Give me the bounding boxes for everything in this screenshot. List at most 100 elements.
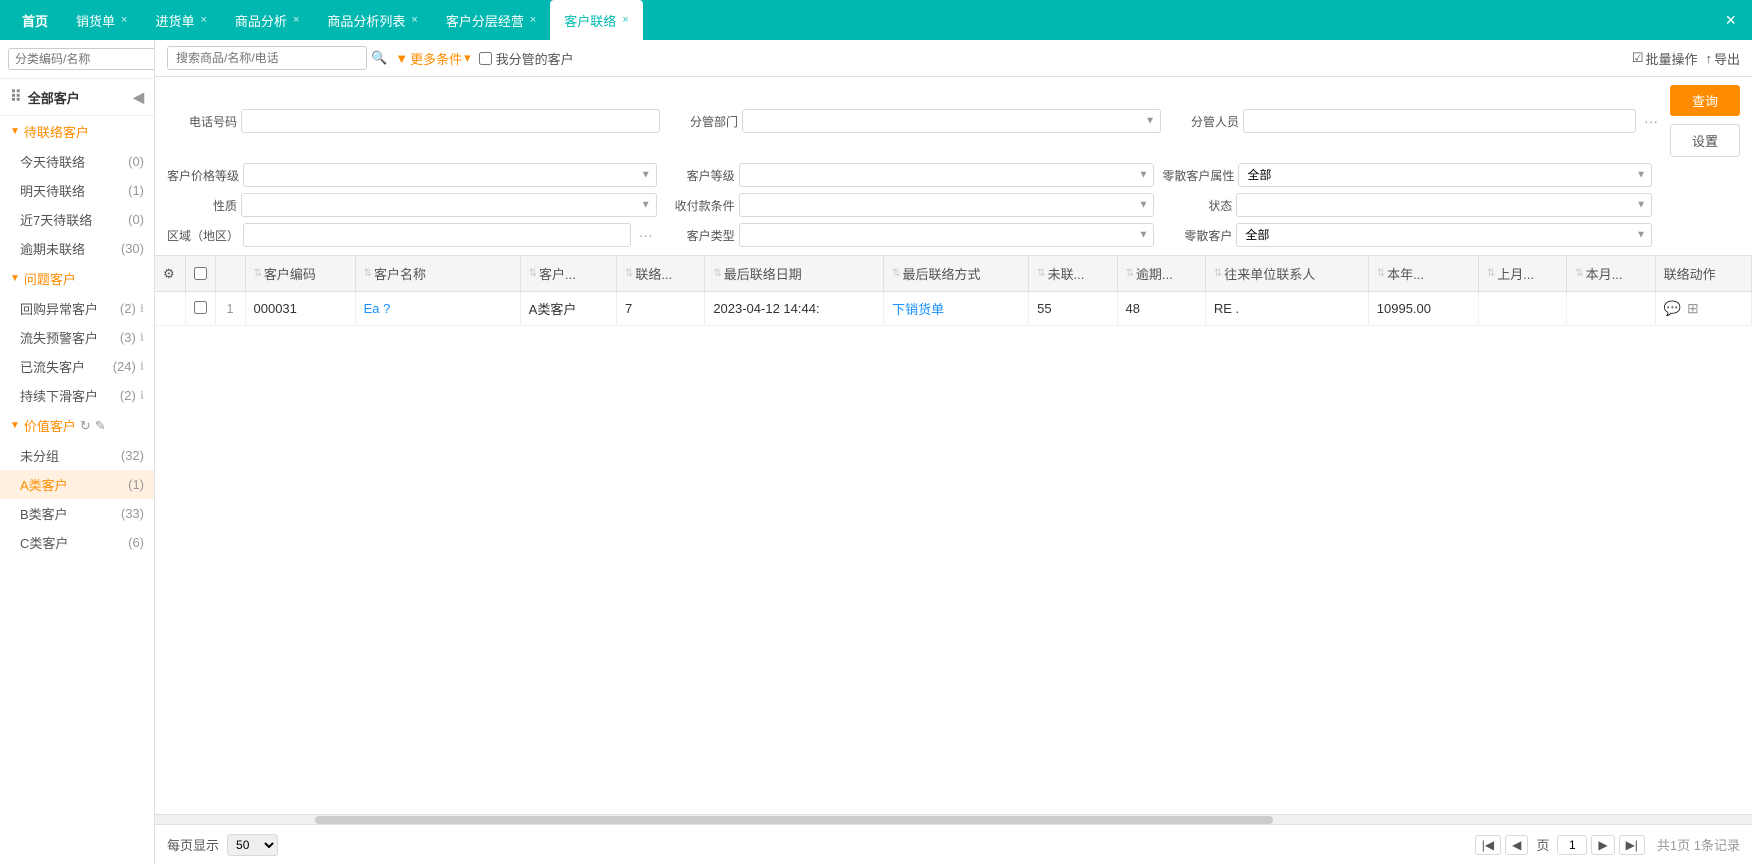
customer-level-select[interactable] xyxy=(739,163,1155,187)
checkbox-icon: ☑ xyxy=(1632,50,1644,66)
customer-type-select[interactable] xyxy=(739,223,1155,247)
close-purchase[interactable]: × xyxy=(200,14,206,26)
sidebar-item-declining[interactable]: 持续下滑客户 (2) ℹ xyxy=(0,381,154,410)
region-input[interactable] xyxy=(243,223,631,247)
sidebar-search-input[interactable] xyxy=(8,48,155,70)
scatter-customer-select[interactable]: 全部 xyxy=(1236,223,1652,247)
advanced-filter: 电话号码 分管部门 ▼ 分管人员 ··· 查询 设置 xyxy=(155,77,1752,256)
sidebar-item-today[interactable]: 今天待联络 (0) xyxy=(0,147,154,176)
sidebar-all-customers-header: ⠿ 全部客户 ◀ xyxy=(0,79,154,116)
nav-sale[interactable]: 销货单 × xyxy=(62,0,141,40)
th-last-date[interactable]: ⇅ 最后联络日期 xyxy=(705,256,884,292)
sidebar-item-churned[interactable]: 已流失客户 (24) ℹ xyxy=(0,352,154,381)
sidebar-item-class-b[interactable]: B类客户 (33) xyxy=(0,499,154,528)
select-all-checkbox[interactable] xyxy=(194,267,207,280)
th-actions: 联络动作 xyxy=(1655,256,1751,292)
th-this-year[interactable]: ⇅ 本年... xyxy=(1368,256,1478,292)
th-contact-person[interactable]: ⇅ 往来单位联系人 xyxy=(1205,256,1368,292)
row-contact-count: 7 xyxy=(616,292,704,326)
payment-select[interactable] xyxy=(739,193,1155,217)
nav-customer-contact[interactable]: 客户联络 × xyxy=(550,0,642,40)
sidebar-item-class-c[interactable]: C类客户 (6) xyxy=(0,528,154,557)
th-contact-count[interactable]: ⇅ 联络... xyxy=(616,256,704,292)
nav-home[interactable]: 首页 xyxy=(8,0,62,40)
filter-dept: 分管部门 ▼ xyxy=(668,109,1161,133)
sidebar-item-ungroup[interactable]: 未分组 (32) xyxy=(0,441,154,470)
sidebar-item-churn-warning[interactable]: 流失预警客户 (3) ℹ xyxy=(0,323,154,352)
last-page-btn[interactable]: ▶| xyxy=(1619,835,1645,855)
edit-value-icon[interactable]: ✎ xyxy=(95,418,106,434)
th-last-method[interactable]: ⇅ 最后联络方式 xyxy=(884,256,1029,292)
th-check xyxy=(185,256,215,292)
page-size-select[interactable]: 50 100 200 xyxy=(227,834,278,856)
value-section-title[interactable]: ▼ 价值客户 ↻ ✎ xyxy=(0,410,154,441)
nav-analysis[interactable]: 商品分析 × xyxy=(221,0,313,40)
th-year-sort-icon: ⇅ xyxy=(1377,268,1385,279)
price-level-select[interactable] xyxy=(243,163,657,187)
customer-table: ⚙ ⇅ 客户编码 xyxy=(155,256,1752,326)
close-customer-segment[interactable]: × xyxy=(530,14,536,26)
export-btn[interactable]: ↑ 导出 xyxy=(1705,49,1740,68)
close-all-tabs[interactable]: × xyxy=(1717,10,1744,31)
row-no-contact: 55 xyxy=(1029,292,1117,326)
row-checkbox[interactable] xyxy=(194,301,207,314)
th-name[interactable]: ⇅ 客户名称 xyxy=(355,256,520,292)
manager-input[interactable] xyxy=(1243,109,1636,133)
export-icon: ↑ xyxy=(1705,51,1712,66)
nav-purchase[interactable]: 进货单 × xyxy=(141,0,220,40)
my-customers-checkbox[interactable]: 我分管的客户 xyxy=(479,49,574,68)
scatter-attr-select[interactable]: 全部 xyxy=(1238,163,1652,187)
page-input[interactable] xyxy=(1557,835,1587,855)
refresh-icon[interactable]: ↻ xyxy=(80,418,91,434)
th-overdue[interactable]: ⇅ 逾期... xyxy=(1117,256,1205,292)
settings-button[interactable]: 设置 xyxy=(1670,124,1740,157)
close-sale[interactable]: × xyxy=(121,14,127,26)
pending-section: ▼ 待联络客户 今天待联络 (0) 明天待联络 (1) 近7天待联络 (0) 逾… xyxy=(0,116,154,263)
prev-page-btn[interactable]: ◀ xyxy=(1505,835,1528,855)
th-no-contact[interactable]: ⇅ 未联... xyxy=(1029,256,1117,292)
next-page-btn[interactable]: ▶ xyxy=(1591,835,1614,855)
sidebar-item-overdue[interactable]: 逾期未联络 (30) xyxy=(0,234,154,263)
region-dots-icon[interactable]: ··· xyxy=(635,227,657,243)
nav-analysis-list[interactable]: 商品分析列表 × xyxy=(313,0,431,40)
status-select[interactable] xyxy=(1236,193,1652,217)
sidebar-item-tomorrow[interactable]: 明天待联络 (1) xyxy=(0,176,154,205)
th-person-sort-icon: ⇅ xyxy=(1214,268,1222,279)
pending-section-title[interactable]: ▼ 待联络客户 xyxy=(0,116,154,147)
filter-price-level: 客户价格等级 ▼ xyxy=(167,163,657,187)
search-input[interactable] xyxy=(167,46,367,70)
th-last-month[interactable]: ⇅ 上月... xyxy=(1478,256,1566,292)
sidebar-collapse-icon[interactable]: ◀ xyxy=(133,89,144,106)
phone-input[interactable] xyxy=(241,109,660,133)
info-icon-2: ℹ xyxy=(140,360,144,373)
horizontal-scrollbar[interactable] xyxy=(155,814,1752,824)
sidebar-item-7days[interactable]: 近7天待联络 (0) xyxy=(0,205,154,234)
manager-dots-icon[interactable]: ··· xyxy=(1640,113,1662,129)
dept-select[interactable] xyxy=(742,109,1161,133)
close-analysis-list[interactable]: × xyxy=(411,14,417,26)
problem-section-title[interactable]: ▼ 问题客户 xyxy=(0,263,154,294)
filter-row-2: 客户价格等级 ▼ 客户等级 ▼ 零散客户属性 xyxy=(167,163,1740,187)
more-filters-btn[interactable]: ▼ 更多条件 ▾ xyxy=(395,49,470,68)
qr-icon[interactable]: ⊞ xyxy=(1687,300,1699,317)
close-analysis[interactable]: × xyxy=(293,14,299,26)
search-icon[interactable]: 🔍 xyxy=(371,50,387,66)
row-name[interactable]: Ea ? xyxy=(355,292,520,326)
row-last-method[interactable]: 下销货单 xyxy=(884,292,1029,326)
chat-icon[interactable]: 💬 xyxy=(1664,300,1681,317)
th-type[interactable]: ⇅ 客户... xyxy=(520,256,616,292)
query-button[interactable]: 查询 xyxy=(1670,85,1740,116)
sidebar-item-class-a[interactable]: A类客户 (1) xyxy=(0,470,154,499)
nature-select[interactable] xyxy=(241,193,657,217)
row-code: 000031 xyxy=(245,292,355,326)
close-customer-contact[interactable]: × xyxy=(622,14,628,26)
first-page-btn[interactable]: |◀ xyxy=(1475,835,1501,855)
gear-icon[interactable]: ⚙ xyxy=(163,266,175,282)
th-code[interactable]: ⇅ 客户编码 xyxy=(245,256,355,292)
filter-icon: ▼ xyxy=(395,51,408,66)
th-this-month[interactable]: ⇅ 本月... xyxy=(1567,256,1655,292)
batch-op-btn[interactable]: ☑ 批量操作 xyxy=(1632,49,1698,68)
nav-customer-segment[interactable]: 客户分层经营 × xyxy=(432,0,550,40)
sidebar-item-repurchase-anomaly[interactable]: 回购异常客户 (2) ℹ xyxy=(0,294,154,323)
grid-icon: ⠿ xyxy=(10,87,22,107)
